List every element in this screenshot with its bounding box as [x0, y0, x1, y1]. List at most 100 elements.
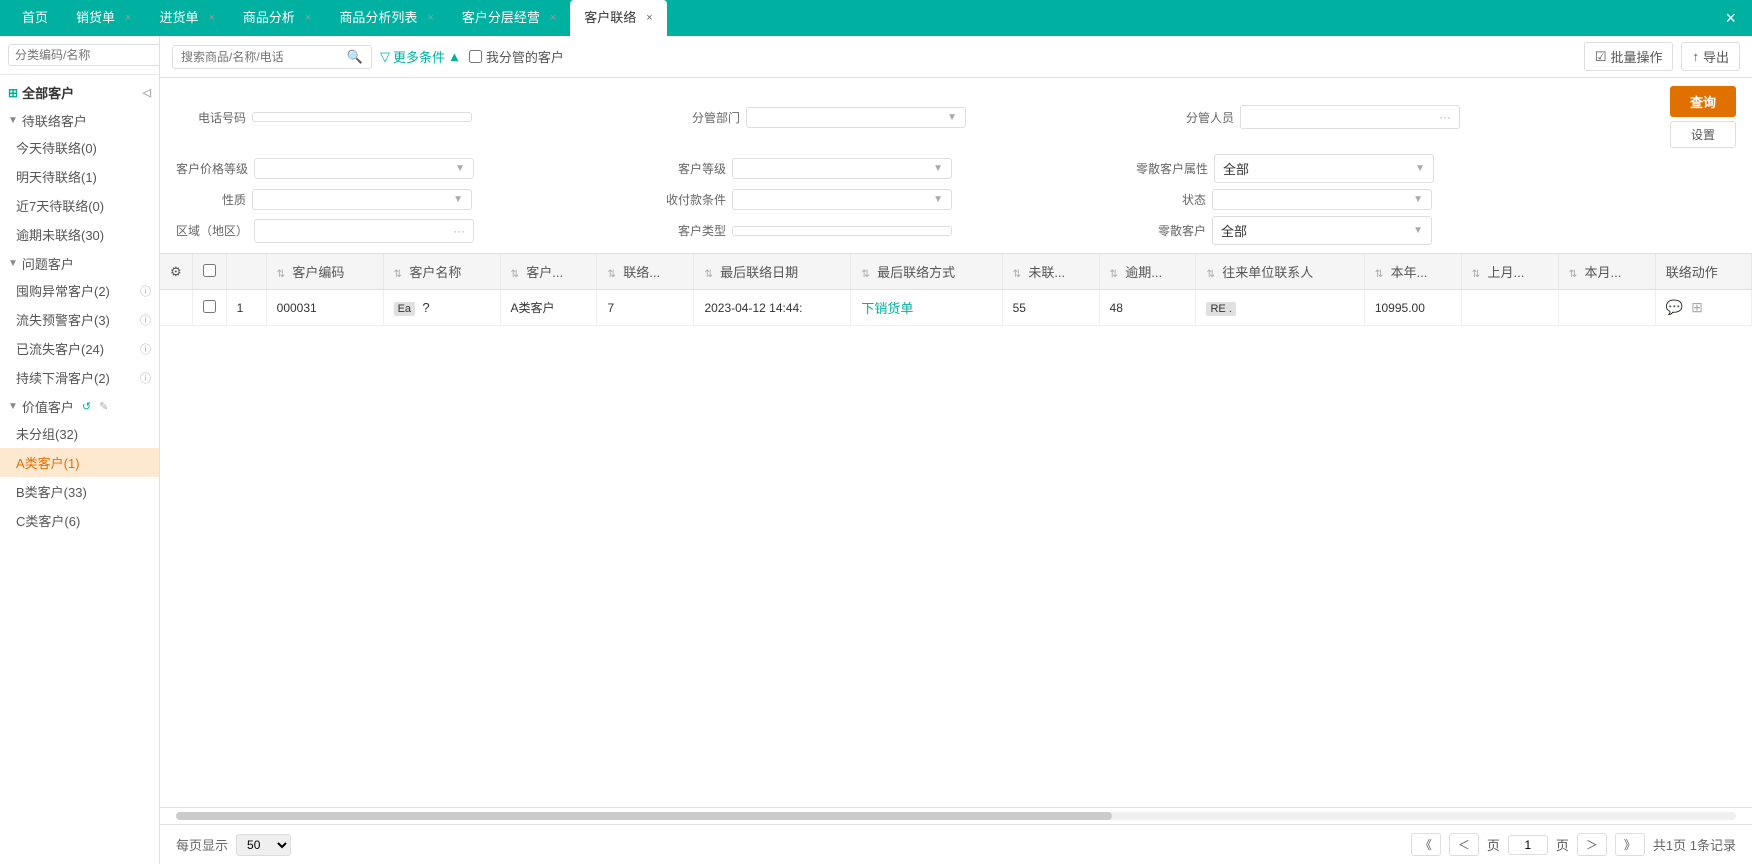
filter-cust-type-input[interactable] [732, 226, 952, 236]
sidebar-item-warning[interactable]: 流失预警客户(3) ⓘ [0, 305, 159, 334]
first-page-button[interactable]: 《 [1411, 833, 1441, 856]
status-chevron-icon: ▼ [1413, 194, 1423, 205]
close-purchase-icon[interactable]: × [208, 0, 214, 36]
select-all-checkbox[interactable] [203, 264, 216, 277]
filter-icon: ▽ [380, 49, 390, 65]
filter-price-select[interactable]: ▼ [254, 158, 474, 179]
filter-nature-select[interactable]: ▼ [252, 189, 472, 210]
sidebar-item-class-b[interactable]: B类客户(33) [0, 477, 159, 506]
filter-phone-label: 电话号码 [176, 109, 246, 126]
close-contact-icon[interactable]: × [646, 0, 652, 36]
nav-analysis[interactable]: 商品分析 × [229, 0, 325, 36]
no-contact-sort-icon: ⇅ [1013, 269, 1021, 280]
nav-analysis-list[interactable]: 商品分析列表 × [325, 0, 447, 36]
sidebar-item-overdue[interactable]: 逾期未联络(30) [0, 220, 159, 249]
advanced-filter: 电话号码 分管部门 ▼ 分管人员 ··· 查询 设置 [160, 78, 1752, 254]
cust-level-chevron-icon: ▼ [933, 163, 943, 174]
settings-button[interactable]: 设置 [1670, 121, 1736, 148]
sidebar-group-pending[interactable]: ▼ 待联络客户 [0, 106, 159, 133]
last-method-link[interactable]: 下销货单 [861, 301, 913, 316]
filter-scatter2-select[interactable]: 全部 ▼ [1212, 216, 1432, 245]
col-name: ⇅ 客户名称 [383, 254, 500, 290]
batch-op-button[interactable]: ☑ 批量操作 [1584, 42, 1674, 71]
nav-sales[interactable]: 销货单 × [62, 0, 145, 36]
col-type: ⇅ 客户... [500, 254, 597, 290]
info-declining-icon: ⓘ [140, 370, 151, 386]
sidebar-collapse-right[interactable]: ◁ [143, 86, 151, 99]
sidebar-item-ungrouped[interactable]: 未分组(32) [0, 419, 159, 448]
scatter-attr-chevron-icon: ▼ [1415, 163, 1425, 174]
next-page-button[interactable]: ＞ [1577, 833, 1607, 856]
table-gear-icon[interactable]: ⚙ [170, 264, 182, 279]
scatter2-chevron-icon: ▼ [1413, 225, 1423, 236]
scroll-thumb[interactable] [176, 812, 1112, 820]
filter-search-icon[interactable]: 🔍 [347, 49, 363, 65]
close-analysis-icon[interactable]: × [305, 0, 311, 36]
sidebar-item-abnormal[interactable]: 囤购异常客户(2) ⓘ [0, 276, 159, 305]
close-segment-icon[interactable]: × [550, 0, 556, 36]
last-page-button[interactable]: 》 [1615, 833, 1645, 856]
sidebar-item-lost[interactable]: 已流失客户(24) ⓘ [0, 334, 159, 363]
sidebar-group-value[interactable]: ▼ 价值客户 ↺ ✎ [0, 392, 159, 419]
page-size-label: 每页显示 [176, 835, 228, 854]
type-sort-icon: ⇅ [511, 269, 519, 280]
export-button[interactable]: ↑ 导出 [1681, 42, 1740, 71]
collapse-icon: ⊞ [8, 86, 18, 100]
current-page-input[interactable] [1508, 835, 1548, 855]
sidebar-group-problem[interactable]: ▼ 问题客户 [0, 249, 159, 276]
filter-phone: 电话号码 [176, 109, 670, 126]
sidebar-item-class-a[interactable]: A类客户(1) [0, 448, 159, 477]
prev-page-button[interactable]: ＜ [1449, 833, 1479, 856]
nav-home[interactable]: 首页 [8, 0, 62, 36]
filter-manager-input[interactable]: ··· [1240, 105, 1460, 129]
qr-action-icon[interactable]: ⊞ [1691, 299, 1703, 316]
filter-cust-level-select[interactable]: ▼ [732, 158, 952, 179]
cell-contact: 7 [597, 290, 694, 326]
filter-payment-select[interactable]: ▼ [732, 189, 952, 210]
window-close-button[interactable]: × [1717, 8, 1744, 29]
chat-action-icon[interactable]: 💬 [1666, 299, 1683, 316]
close-analysis-list-icon[interactable]: × [427, 0, 433, 36]
page-label-suffix: 页 [1556, 835, 1569, 854]
nav-customer-segment[interactable]: 客户分层经营 × [448, 0, 570, 36]
sidebar-item-today[interactable]: 今天待联络(0) [0, 133, 159, 162]
sidebar-search-input[interactable] [8, 44, 160, 66]
sidebar-item-tomorrow[interactable]: 明天待联络(1) [0, 162, 159, 191]
filter-status-select[interactable]: ▼ [1212, 189, 1432, 210]
sidebar-item-class-c[interactable]: C类客户(6) [0, 506, 159, 535]
nav-purchase[interactable]: 进货单 × [145, 0, 228, 36]
customer-table: ⚙ ⇅ 客户编码 ⇅ 客户名称 [160, 254, 1752, 326]
filter-manager-label: 分管人员 [1164, 109, 1234, 126]
query-button[interactable]: 查询 [1670, 86, 1736, 117]
my-customers-checkbox[interactable] [469, 50, 482, 63]
filter-nature-label: 性质 [176, 191, 246, 208]
info-abnormal-icon: ⓘ [140, 283, 151, 299]
filter-region-input[interactable]: ··· [254, 219, 474, 243]
nav-customer-contact[interactable]: 客户联络 × [570, 0, 666, 36]
page-size-select[interactable]: 50 100 [236, 834, 291, 856]
scroll-track[interactable] [176, 812, 1736, 820]
filter-phone-input[interactable] [252, 112, 472, 122]
payment-chevron-icon: ▼ [933, 194, 943, 205]
contact-person-badge: RE . [1206, 302, 1235, 316]
filter-more-button[interactable]: ▽ 更多条件 ▲ [380, 47, 461, 66]
sidebar-item-declining[interactable]: 持续下滑客户(2) ⓘ [0, 363, 159, 392]
row-checkbox[interactable] [203, 300, 216, 313]
filter-payment: 收付款条件 ▼ [656, 189, 1136, 210]
refresh-icon[interactable]: ↺ [82, 400, 91, 413]
top-nav: 首页 销货单 × 进货单 × 商品分析 × 商品分析列表 × 客户分层经营 × … [0, 0, 1752, 36]
filter-search-input[interactable] [181, 50, 343, 64]
edit-value-icon[interactable]: ✎ [99, 400, 108, 413]
close-sales-icon[interactable]: × [125, 0, 131, 36]
col-this-month: ⇅ 本月... [1558, 254, 1655, 290]
sidebar-item-7days[interactable]: 近7天待联络(0) [0, 191, 159, 220]
info-warning-icon: ⓘ [140, 312, 151, 328]
filter-dept-select[interactable]: ▼ [746, 107, 966, 128]
filter-search-box: 🔍 [172, 45, 372, 69]
total-info: 共1页 1条记录 [1653, 835, 1736, 854]
filter-scatter-select[interactable]: 全部 ▼ [1214, 154, 1434, 183]
filter-row-2: 客户价格等级 ▼ 客户等级 ▼ 零散客户属性 全部 ▼ [176, 154, 1736, 183]
sidebar: 🔍 ⊞ 全部客户 ◁ ▼ 待联络客户 今天待联络(0) 明天待联络(1) 近7天… [0, 36, 160, 864]
sidebar-all-customers[interactable]: ⊞ 全部客户 ◁ [0, 75, 159, 106]
table-area: ⚙ ⇅ 客户编码 ⇅ 客户名称 [160, 254, 1752, 807]
